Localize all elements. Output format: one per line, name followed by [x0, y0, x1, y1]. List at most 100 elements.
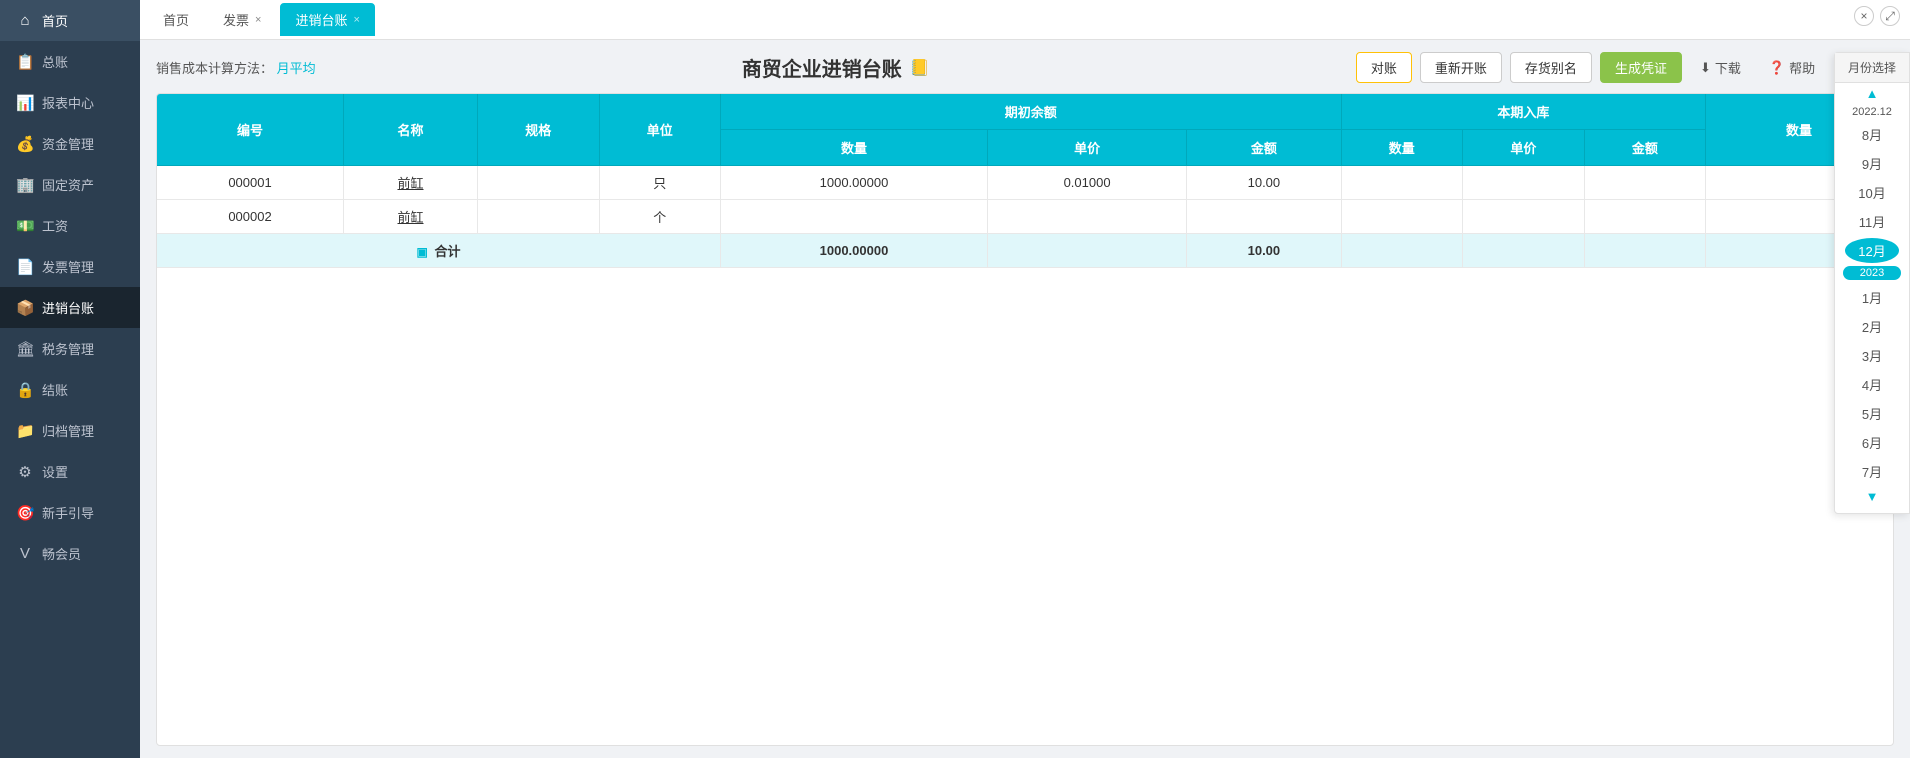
year-2023-badge: 2023 [1843, 266, 1901, 280]
total-in-qty [1341, 234, 1463, 268]
sidebar-label-archive: 归档管理 [42, 421, 94, 440]
tab-home[interactable]: 首页 [148, 3, 204, 36]
month-item-7月[interactable]: 7月 [1835, 457, 1909, 486]
tab-invoice[interactable]: 发票 × [208, 3, 276, 36]
cell-unit: 只 [599, 166, 721, 200]
table-row: 000002 前缸 个 [157, 200, 1893, 234]
month-item-11月[interactable]: 11月 [1835, 207, 1909, 236]
cell-period-price [987, 200, 1186, 234]
month-item-8月[interactable]: 8月 [1835, 120, 1909, 149]
close-button[interactable]: × [1854, 6, 1874, 26]
ledger-icon: 📋 [16, 53, 34, 71]
archive-icon: 📁 [16, 422, 34, 440]
sidebar-label-reports: 报表中心 [42, 93, 94, 112]
sidebar-item-ledger[interactable]: 📋 总账 [0, 41, 140, 82]
month-item-9月[interactable]: 9月 [1835, 149, 1909, 178]
tab-close-invoice[interactable]: × [255, 14, 261, 26]
col-num: 编号 [157, 94, 344, 166]
month-item-3月[interactable]: 3月 [1835, 341, 1909, 370]
save-alias-button[interactable]: 存货别名 [1510, 52, 1592, 83]
main-area: 首页发票 × 进销台账 × 销售成本计算方法： 月平均 商贸企业进销台账 📒 对账 重… [140, 0, 1910, 758]
sidebar-item-purchase_sales[interactable]: 📦 进销台账 [0, 287, 140, 328]
sidebar-item-home[interactable]: ⌂首页 [0, 0, 140, 41]
toolbar: 对账 重新开账 存货别名 生成凭证 ⬇ 下载 ❓ 帮助 ↻ 刷新 [1356, 52, 1894, 83]
sidebar-item-salary[interactable]: 💵工资 [0, 205, 140, 246]
tab-purchase_sales[interactable]: 进销台账 × [280, 3, 374, 36]
tax-icon: 🏛 [16, 340, 34, 358]
sidebar: ⌂首页📋总账📊报表中心💰资金管理🏢固定资产💵工资📄发票管理📦进销台账🏛税务管理🔒… [0, 0, 140, 758]
sidebar-item-guide[interactable]: 🎯新手引导 [0, 492, 140, 533]
cell-num: 000001 [157, 166, 344, 200]
sidebar-item-funds[interactable]: 💰资金管理 [0, 123, 140, 164]
tab-close-purchase_sales[interactable]: × [353, 14, 359, 26]
sidebar-item-invoice_mgmt[interactable]: 📄发票管理 [0, 246, 140, 287]
month-scroll-up[interactable]: ▲ [1835, 83, 1909, 104]
cell-period-amount: 10.00 [1187, 166, 1341, 200]
sidebar-item-assets[interactable]: 🏢固定资产 [0, 164, 140, 205]
month-scroll-down[interactable]: ▼ [1835, 486, 1909, 507]
sidebar-item-tax[interactable]: 🏛税务管理 [0, 328, 140, 369]
content-area: 销售成本计算方法： 月平均 商贸企业进销台账 📒 对账 重新开账 存货别名 生成… [140, 40, 1910, 758]
cell-unit: 个 [599, 200, 721, 234]
generate-voucher-button[interactable]: 生成凭证 [1600, 52, 1682, 83]
download-button[interactable]: ⬇ 下载 [1690, 53, 1751, 82]
reports-icon: 📊 [16, 94, 34, 112]
cell-period-qty: 1000.00000 [721, 166, 988, 200]
month-item-10月[interactable]: 10月 [1835, 178, 1909, 207]
purchase_sales-icon: 📦 [16, 299, 34, 317]
tab-label-invoice: 发票 [223, 10, 249, 29]
page-title-area: 商贸企业进销台账 📒 [742, 53, 930, 82]
sidebar-item-settings[interactable]: ⚙设置 [0, 451, 140, 492]
invoice_mgmt-icon: 📄 [16, 258, 34, 276]
tab-label-purchase_sales: 进销台账 [295, 10, 347, 29]
total-in-price [1463, 234, 1585, 268]
col-unit: 单位 [599, 94, 721, 166]
cell-num: 000002 [157, 200, 344, 234]
col-name: 名称 [344, 94, 478, 166]
sidebar-label-guide: 新手引导 [42, 503, 94, 522]
reopen-button[interactable]: 重新开账 [1420, 52, 1502, 83]
month-item-1月[interactable]: 1月 [1835, 283, 1909, 312]
sidebar-label-closing: 结账 [42, 380, 68, 399]
month-item-6月[interactable]: 6月 [1835, 428, 1909, 457]
help-icon: ❓ [1769, 60, 1785, 76]
sidebar-label-ledger: 总账 [42, 52, 68, 71]
month-item-4月[interactable]: 4月 [1835, 370, 1909, 399]
cell-name[interactable]: 前缸 [344, 166, 478, 200]
help-button[interactable]: ❓ 帮助 [1759, 53, 1825, 82]
cell-in-price [1463, 200, 1585, 234]
total-in-amount [1584, 234, 1706, 268]
sidebar-label-home: 首页 [42, 11, 68, 30]
total-period-amount: 10.00 [1187, 234, 1341, 268]
sidebar-item-member[interactable]: V畅会员 [0, 533, 140, 574]
month-item-2月[interactable]: 2月 [1835, 312, 1909, 341]
col-in-price: 单价 [1463, 130, 1585, 166]
cost-method: 销售成本计算方法： 月平均 [156, 58, 316, 77]
sidebar-label-salary: 工资 [42, 216, 68, 235]
data-table-wrapper: 编号 名称 规格 单位 期初余额 本期入库 数量 数量 单价 金额 数量 单价 [156, 93, 1894, 746]
cell-name[interactable]: 前缸 [344, 200, 478, 234]
table-header-row1: 编号 名称 规格 单位 期初余额 本期入库 数量 [157, 94, 1893, 130]
window-controls: × ⤢ [1854, 6, 1900, 26]
sidebar-item-reports[interactable]: 📊 报表中心 [0, 82, 140, 123]
month-item-5月[interactable]: 5月 [1835, 399, 1909, 428]
page-title: 商贸企业进销台账 [742, 53, 902, 82]
cell-period-qty [721, 200, 988, 234]
sidebar-item-closing[interactable]: 🔒 结账 [0, 369, 140, 410]
month-item-12月[interactable]: 12月 [1845, 238, 1899, 263]
maximize-button[interactable]: ⤢ [1880, 6, 1900, 26]
reconcile-button[interactable]: 对账 [1356, 52, 1412, 83]
tabs-bar: 首页发票 × 进销台账 × [140, 0, 1910, 40]
cell-period-amount [1187, 200, 1341, 234]
col-period-qty: 数量 [721, 130, 988, 166]
closing-icon: 🔒 [16, 381, 34, 399]
total-period-qty: 1000.00000 [721, 234, 988, 268]
assets-icon: 🏢 [16, 176, 34, 194]
data-table: 编号 名称 规格 单位 期初余额 本期入库 数量 数量 单价 金额 数量 单价 [157, 94, 1893, 268]
sidebar-item-archive[interactable]: 📁 归档管理 [0, 410, 140, 451]
cell-spec [478, 166, 600, 200]
sidebar-label-purchase_sales: 进销台账 [42, 298, 94, 317]
book-icon: 📒 [910, 58, 930, 78]
col-in-amount: 金额 [1584, 130, 1706, 166]
cell-in-price [1463, 166, 1585, 200]
